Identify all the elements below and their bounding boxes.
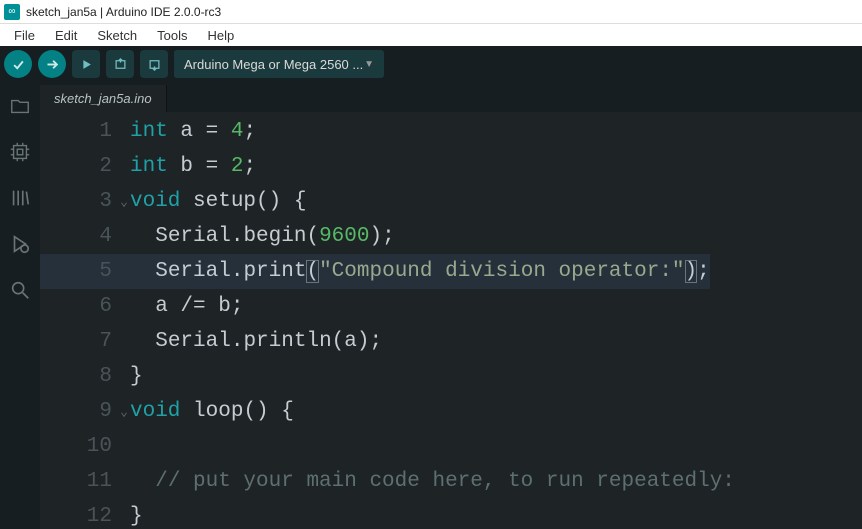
board-selector[interactable]: Arduino Mega or Mega 2560 ... ▼ [174, 50, 384, 78]
toolbar: Arduino Mega or Mega 2560 ... ▼ [0, 46, 862, 82]
menu-tools[interactable]: Tools [147, 26, 197, 45]
line-number: 5 [40, 254, 130, 289]
editor-panel: sketch_jan5a.ino 1int a = 4; 2int b = 2;… [40, 82, 862, 529]
debug-button[interactable] [72, 50, 100, 78]
line-number: 3⌄ [40, 184, 130, 219]
tab-active[interactable]: sketch_jan5a.ino [40, 85, 167, 112]
upload-button[interactable] [38, 50, 66, 78]
line-number: 1 [40, 114, 130, 149]
menu-help[interactable]: Help [197, 26, 244, 45]
library-manager-icon[interactable] [8, 186, 32, 210]
fold-icon[interactable]: ⌄ [120, 184, 128, 219]
tab-bar: sketch_jan5a.ino [40, 82, 862, 112]
verify-button[interactable] [4, 50, 32, 78]
window-title: sketch_jan5a | Arduino IDE 2.0.0-rc3 [26, 5, 221, 19]
fold-icon[interactable]: ⌄ [120, 394, 128, 429]
line-number: 8 [40, 359, 130, 394]
board-selector-label: Arduino Mega or Mega 2560 ... [184, 57, 363, 72]
code-editor[interactable]: 1int a = 4; 2int b = 2; 3⌄void setup() {… [40, 112, 862, 529]
save-sketch-button[interactable] [140, 50, 168, 78]
line-number: 9⌄ [40, 394, 130, 429]
activity-bar [0, 82, 40, 529]
workspace: sketch_jan5a.ino 1int a = 4; 2int b = 2;… [0, 82, 862, 529]
menu-file[interactable]: File [4, 26, 45, 45]
line-number: 11 [40, 464, 130, 499]
line-number: 7 [40, 324, 130, 359]
debug-panel-icon[interactable] [8, 232, 32, 256]
board-manager-icon[interactable] [8, 140, 32, 164]
arduino-app-icon: ∞ [4, 4, 20, 20]
titlebar: ∞ sketch_jan5a | Arduino IDE 2.0.0-rc3 [0, 0, 862, 24]
line-number: 12 [40, 499, 130, 529]
new-sketch-button[interactable] [106, 50, 134, 78]
chevron-down-icon: ▼ [364, 59, 374, 70]
line-number: 2 [40, 149, 130, 184]
menubar: File Edit Sketch Tools Help [0, 24, 862, 46]
explorer-icon[interactable] [8, 94, 32, 118]
search-icon[interactable] [8, 278, 32, 302]
line-number: 4 [40, 219, 130, 254]
line-number: 6 [40, 289, 130, 324]
menu-sketch[interactable]: Sketch [87, 26, 147, 45]
menu-edit[interactable]: Edit [45, 26, 87, 45]
line-number: 10 [40, 429, 130, 464]
